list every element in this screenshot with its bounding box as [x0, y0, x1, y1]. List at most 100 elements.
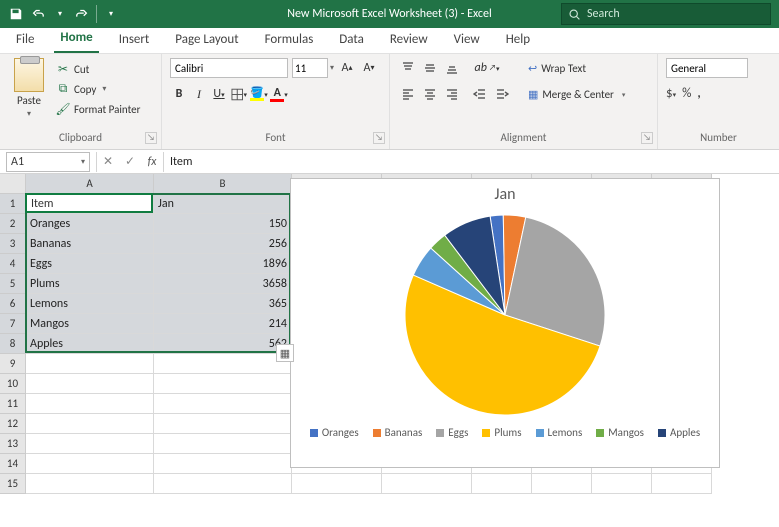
tab-view[interactable]: View	[448, 28, 486, 53]
underline-button[interactable]: U▾	[210, 84, 228, 104]
row-header-14[interactable]: 14	[0, 454, 26, 474]
row-header-10[interactable]: 10	[0, 374, 26, 394]
pie-chart[interactable]: Jan OrangesBananasEggsPlumsLemonsMangosA…	[290, 178, 720, 468]
font-name-select[interactable]	[170, 58, 288, 78]
merge-center-button[interactable]: ▦Merge & Center▾	[524, 84, 629, 104]
align-bottom-button[interactable]	[442, 58, 462, 78]
wrap-text-button[interactable]: ↩Wrap Text	[524, 58, 629, 78]
cell-A3[interactable]: Bananas	[26, 234, 154, 254]
currency-button[interactable]: $▾	[666, 86, 676, 101]
tab-help[interactable]: Help	[500, 28, 536, 53]
bold-button[interactable]: B	[170, 84, 188, 104]
cell-C15[interactable]	[292, 474, 382, 494]
font-dialog-launcher[interactable]: ↘	[373, 132, 385, 144]
cell-A13[interactable]	[26, 434, 154, 454]
cell-A11[interactable]	[26, 394, 154, 414]
row-header-12[interactable]: 12	[0, 414, 26, 434]
formula-value[interactable]: Item	[164, 155, 779, 169]
cell-E15[interactable]	[472, 474, 532, 494]
cell-B9[interactable]	[154, 354, 292, 374]
cell-A12[interactable]	[26, 414, 154, 434]
row-header-9[interactable]: 9	[0, 354, 26, 374]
cell-B1[interactable]: Jan	[154, 194, 292, 214]
tab-data[interactable]: Data	[333, 28, 370, 53]
row-header-2[interactable]: 2	[0, 214, 26, 234]
qat-dropdown-icon[interactable]: ▾	[103, 6, 119, 22]
cell-B12[interactable]	[154, 414, 292, 434]
redo-icon[interactable]	[74, 6, 90, 22]
cell-A14[interactable]	[26, 454, 154, 474]
cell-B11[interactable]	[154, 394, 292, 414]
cell-A7[interactable]: Mangos	[26, 314, 154, 334]
cell-B14[interactable]	[154, 454, 292, 474]
cell-D15[interactable]	[382, 474, 472, 494]
undo-icon[interactable]	[30, 6, 46, 22]
cell-A15[interactable]	[26, 474, 154, 494]
paste-dropdown-icon[interactable]: ▾	[27, 109, 31, 119]
increase-indent-button[interactable]	[492, 84, 512, 104]
row-header-6[interactable]: 6	[0, 294, 26, 314]
cell-A2[interactable]: Oranges	[26, 214, 154, 234]
cell-B5[interactable]: 3658	[154, 274, 292, 294]
row-header-13[interactable]: 13	[0, 434, 26, 454]
select-all-corner[interactable]	[0, 174, 26, 194]
paste-button[interactable]: Paste ▾	[8, 58, 50, 119]
format-painter-button[interactable]: 🖌Format Painter	[54, 100, 142, 118]
worksheet-grid[interactable]: ABCDEFGH 123456789101112131415 ItemJanOr…	[0, 174, 779, 527]
tab-review[interactable]: Review	[384, 28, 434, 53]
row-header-3[interactable]: 3	[0, 234, 26, 254]
align-right-button[interactable]	[442, 84, 462, 104]
chart-options-button[interactable]: ▦	[276, 344, 294, 362]
cut-button[interactable]: ✂Cut	[54, 60, 142, 78]
row-header-1[interactable]: 1	[0, 194, 26, 214]
cell-B15[interactable]	[154, 474, 292, 494]
clipboard-dialog-launcher[interactable]: ↘	[145, 132, 157, 144]
increase-font-button[interactable]: A▴	[338, 58, 356, 78]
tab-page-layout[interactable]: Page Layout	[169, 28, 244, 53]
cell-A5[interactable]: Plums	[26, 274, 154, 294]
row-header-5[interactable]: 5	[0, 274, 26, 294]
align-center-button[interactable]	[420, 84, 440, 104]
cell-A9[interactable]	[26, 354, 154, 374]
cell-B13[interactable]	[154, 434, 292, 454]
merge-dropdown-icon[interactable]: ▾	[622, 90, 626, 99]
tab-formulas[interactable]: Formulas	[259, 28, 320, 53]
tab-file[interactable]: File	[10, 28, 40, 53]
save-icon[interactable]	[8, 6, 24, 22]
fill-color-button[interactable]: 🪣▾	[250, 84, 268, 104]
cell-B10[interactable]	[154, 374, 292, 394]
search-box[interactable]: Search	[561, 3, 771, 25]
cell-B4[interactable]: 1896	[154, 254, 292, 274]
cell-B7[interactable]: 214	[154, 314, 292, 334]
name-box[interactable]: A1▾	[6, 152, 90, 172]
align-top-button[interactable]	[398, 58, 418, 78]
cell-A6[interactable]: Lemons	[26, 294, 154, 314]
align-left-button[interactable]	[398, 84, 418, 104]
name-box-dropdown-icon[interactable]: ▾	[81, 157, 85, 167]
italic-button[interactable]: I	[190, 84, 208, 104]
row-header-7[interactable]: 7	[0, 314, 26, 334]
copy-dropdown-icon[interactable]: ▾	[102, 84, 106, 94]
orientation-button[interactable]: ab↗▾	[470, 58, 504, 78]
cell-B3[interactable]: 256	[154, 234, 292, 254]
copy-button[interactable]: ⧉Copy▾	[54, 80, 142, 98]
alignment-dialog-launcher[interactable]: ↘	[641, 132, 653, 144]
align-middle-button[interactable]	[420, 58, 440, 78]
cell-F15[interactable]	[532, 474, 592, 494]
cell-B2[interactable]: 150	[154, 214, 292, 234]
cell-H15[interactable]	[652, 474, 712, 494]
decrease-font-button[interactable]: A▾	[360, 58, 378, 78]
row-header-11[interactable]: 11	[0, 394, 26, 414]
cell-G15[interactable]	[592, 474, 652, 494]
column-header-A[interactable]: A	[26, 174, 154, 194]
font-size-dropdown-icon[interactable]: ▾	[330, 63, 334, 73]
column-header-B[interactable]: B	[154, 174, 292, 194]
cell-A4[interactable]: Eggs	[26, 254, 154, 274]
cell-B6[interactable]: 365	[154, 294, 292, 314]
border-button[interactable]: ▾	[230, 84, 248, 104]
font-color-button[interactable]: A▾	[270, 84, 288, 104]
undo-dropdown-icon[interactable]: ▾	[52, 6, 68, 22]
row-header-15[interactable]: 15	[0, 474, 26, 494]
tab-home[interactable]: Home	[54, 26, 98, 53]
decrease-indent-button[interactable]	[470, 84, 490, 104]
